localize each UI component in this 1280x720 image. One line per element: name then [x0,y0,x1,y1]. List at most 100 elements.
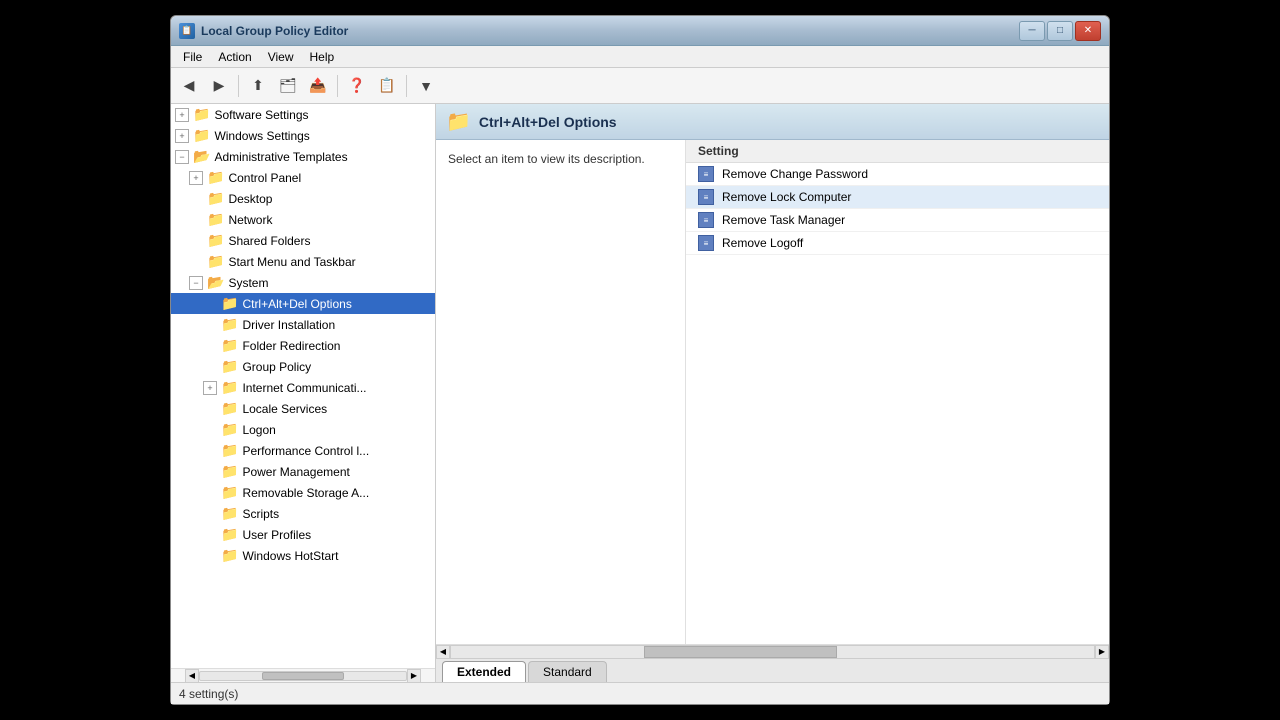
menu-help[interactable]: Help [302,48,343,66]
filter-button[interactable]: ▼ [412,72,440,100]
menu-file[interactable]: File [175,48,210,66]
settings-panel: Setting ≡ Remove Change Password ≡ Remov… [686,140,1109,644]
tree-scroll[interactable]: + 📁 Software Settings + 📁 Windows Settin… [171,104,435,668]
tree-item-power-mgmt[interactable]: 📁 Power Management [171,461,435,482]
tree-item-locale-services[interactable]: 📁 Locale Services [171,398,435,419]
show-hide-button[interactable]: 🗂 [274,72,302,100]
menu-view[interactable]: View [260,48,302,66]
tree-item-shared-folders[interactable]: 📁 Shared Folders [171,230,435,251]
setting-icon-remove-change-password: ≡ [698,166,714,182]
right-scroll-track[interactable] [450,645,1095,659]
tree-item-windows-settings[interactable]: + 📁 Windows Settings [171,125,435,146]
folder-icon-software-settings: 📁 [193,106,210,123]
tree-item-perf-control[interactable]: 📁 Performance Control l... [171,440,435,461]
tree-item-windows-hotstart[interactable]: 📁 Windows HotStart [171,545,435,566]
right-header-title: Ctrl+Alt+Del Options [479,114,617,130]
folder-icon-start-menu: 📁 [207,253,224,270]
tree-label-control-panel: Control Panel [228,171,301,185]
right-scroll-left[interactable]: ◀ [436,645,450,659]
up-button[interactable]: ⬆ [244,72,272,100]
help-button[interactable]: ❓ [343,72,371,100]
tree-item-ctrl-alt-del[interactable]: 📁 Ctrl+Alt+Del Options [171,293,435,314]
expand-control-panel[interactable]: + [189,171,203,185]
close-button[interactable]: ✕ [1075,21,1101,41]
expand-system[interactable]: − [189,276,203,290]
tree-label-start-menu: Start Menu and Taskbar [228,255,355,269]
tree-label-removable-storage: Removable Storage A... [242,486,369,500]
right-horizontal-scrollbar[interactable]: ◀ ▶ [436,644,1109,658]
tree-label-internet-comm: Internet Communicati... [242,381,366,395]
tree-item-internet-comm[interactable]: + 📁 Internet Communicati... [171,377,435,398]
folder-icon-system: 📂 [207,274,224,291]
expand-admin-templates[interactable]: − [175,150,189,164]
setting-icon-remove-task-manager: ≡ [698,212,714,228]
tree-item-software-settings[interactable]: + 📁 Software Settings [171,104,435,125]
tree-item-logon[interactable]: 📁 Logon [171,419,435,440]
menu-action[interactable]: Action [210,48,259,66]
tree-horizontal-scrollbar[interactable]: ◀ ▶ [171,668,435,682]
expand-windows-settings[interactable]: + [175,129,189,143]
back-button[interactable]: ◀ [175,72,203,100]
folder-icon-internet-comm: 📁 [221,379,238,396]
tree-item-group-policy[interactable]: 📁 Group Policy [171,356,435,377]
folder-icon-windows-settings: 📁 [193,127,210,144]
setting-remove-change-password[interactable]: ≡ Remove Change Password [686,163,1109,186]
tree-item-folder-redirect[interactable]: 📁 Folder Redirection [171,335,435,356]
tree-item-start-menu[interactable]: 📁 Start Menu and Taskbar [171,251,435,272]
folder-icon-shared-folders: 📁 [207,232,224,249]
right-header: 📁 Ctrl+Alt+Del Options [436,104,1109,140]
setting-label-remove-lock-computer: Remove Lock Computer [722,190,851,204]
tree-panel: + 📁 Software Settings + 📁 Windows Settin… [171,104,436,682]
folder-icon-power-mgmt: 📁 [221,463,238,480]
setting-remove-logoff[interactable]: ≡ Remove Logoff [686,232,1109,255]
setting-remove-task-manager[interactable]: ≡ Remove Task Manager [686,209,1109,232]
right-header-icon: 📁 [446,109,471,134]
tree-label-system: System [228,276,268,290]
tab-extended[interactable]: Extended [442,661,526,682]
forward-button[interactable]: ▶ [205,72,233,100]
folder-icon-perf-control: 📁 [221,442,238,459]
setting-icon-remove-logoff: ≡ [698,235,714,251]
toolbar: ◀ ▶ ⬆ 🗂 📤 ❓ 📋 ▼ [171,68,1109,104]
tree-item-control-panel[interactable]: + 📁 Control Panel [171,167,435,188]
tab-standard[interactable]: Standard [528,661,607,682]
tree-item-driver-install[interactable]: 📁 Driver Installation [171,314,435,335]
setting-icon-remove-lock-computer: ≡ [698,189,714,205]
right-scroll-right[interactable]: ▶ [1095,645,1109,659]
tree-item-desktop[interactable]: 📁 Desktop [171,188,435,209]
folder-icon-windows-hotstart: 📁 [221,547,238,564]
folder-icon-user-profiles: 📁 [221,526,238,543]
tree-scroll-left[interactable]: ◀ [185,669,199,683]
tree-label-group-policy: Group Policy [242,360,311,374]
export-button[interactable]: 📤 [304,72,332,100]
minimize-button[interactable]: ─ [1019,21,1045,41]
tree-item-removable-storage[interactable]: 📁 Removable Storage A... [171,482,435,503]
tree-label-network: Network [228,213,272,227]
expand-software-settings[interactable]: + [175,108,189,122]
right-scroll-thumb [644,646,837,658]
tree-label-scripts: Scripts [242,507,279,521]
folder-icon-group-policy: 📁 [221,358,238,375]
tree-item-system[interactable]: − 📂 System [171,272,435,293]
tree-item-network[interactable]: 📁 Network [171,209,435,230]
setting-label-remove-change-password: Remove Change Password [722,167,868,181]
settings-list[interactable]: ≡ Remove Change Password ≡ Remove Lock C… [686,163,1109,644]
expand-internet-comm[interactable]: + [203,381,217,395]
folder-icon-network: 📁 [207,211,224,228]
tree-label-folder-redirect: Folder Redirection [242,339,340,353]
main-window: 📋 Local Group Policy Editor ─ □ ✕ File A… [170,15,1110,705]
toolbar-separator-1 [238,75,239,97]
tree-label-perf-control: Performance Control l... [242,444,369,458]
tree-item-user-profiles[interactable]: 📁 User Profiles [171,524,435,545]
folder-icon-logon: 📁 [221,421,238,438]
setting-remove-lock-computer[interactable]: ≡ Remove Lock Computer [686,186,1109,209]
tabs-bar: Extended Standard [436,658,1109,682]
tree-scroll-right[interactable]: ▶ [407,669,421,683]
tree-label-windows-hotstart: Windows HotStart [242,549,338,563]
tree-scroll-track[interactable] [199,671,407,681]
tree-item-scripts[interactable]: 📁 Scripts [171,503,435,524]
main-content: + 📁 Software Settings + 📁 Windows Settin… [171,104,1109,682]
properties-button[interactable]: 📋 [373,72,401,100]
tree-item-admin-templates[interactable]: − 📂 Administrative Templates [171,146,435,167]
maximize-button[interactable]: □ [1047,21,1073,41]
